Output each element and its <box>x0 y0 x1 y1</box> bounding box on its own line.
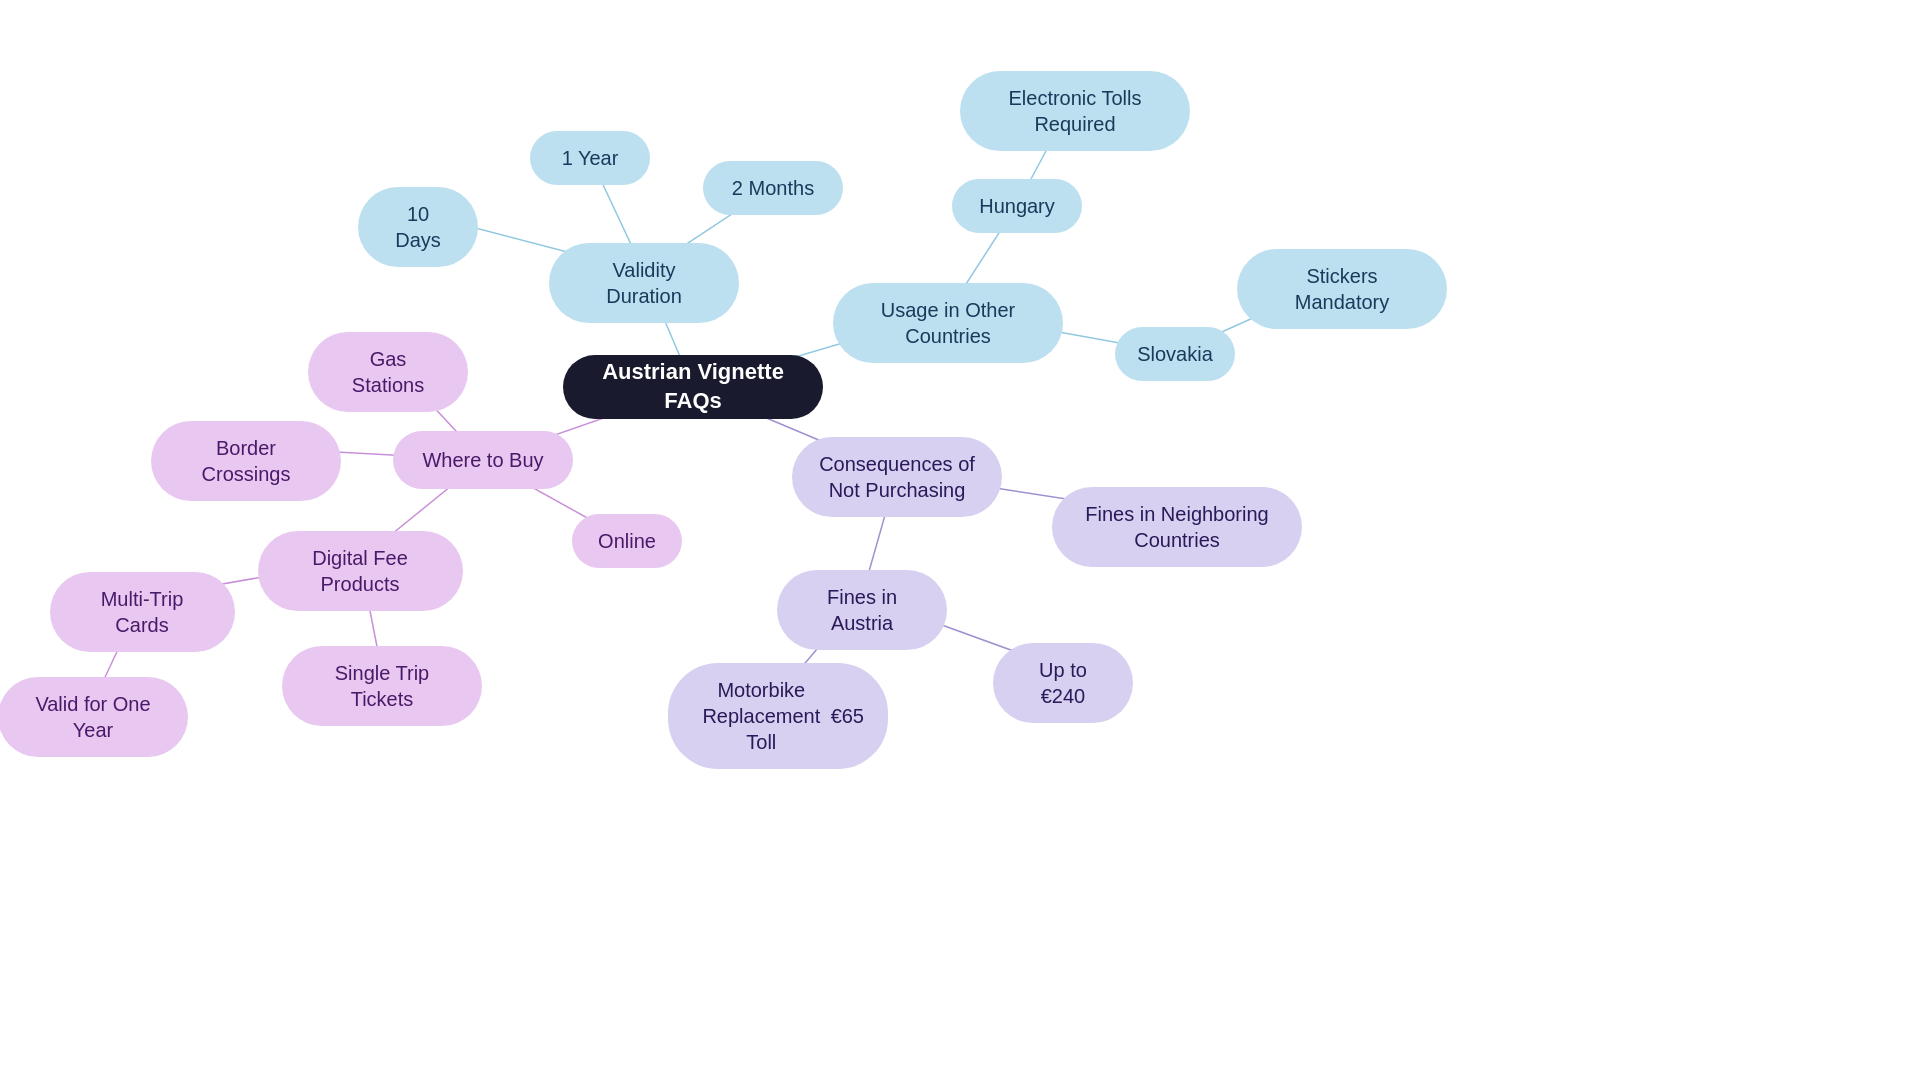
online-node: Online <box>572 514 682 568</box>
stickers_mandatory-node: Stickers Mandatory <box>1237 249 1447 329</box>
center-node: Austrian Vignette FAQs <box>563 355 823 419</box>
single_trip_tickets-node: Single Trip Tickets <box>282 646 482 726</box>
validity_duration-node: Validity Duration <box>549 243 739 323</box>
digital_fee_products-node: Digital Fee Products <box>258 531 463 611</box>
up_to_240-node: Up to €240 <box>993 643 1133 723</box>
usage_other_countries-node: Usage in Other Countries <box>833 283 1063 363</box>
fines_neighboring-node: Fines in Neighboring Countries <box>1052 487 1302 567</box>
ten_days-node: 10 Days <box>358 187 478 267</box>
border_crossings-node: Border Crossings <box>151 421 341 501</box>
motorbike_toll-node: Motorbike Replacement Toll€65 <box>668 663 888 769</box>
hungary-node: Hungary <box>952 179 1082 233</box>
fines_austria-node: Fines in Austria <box>777 570 947 650</box>
where_to_buy-node: Where to Buy <box>393 431 573 489</box>
multi_trip_cards-node: Multi-Trip Cards <box>50 572 235 652</box>
gas_stations-node: Gas Stations <box>308 332 468 412</box>
two_months-node: 2 Months <box>703 161 843 215</box>
electronic_tolls-node: Electronic Tolls Required <box>960 71 1190 151</box>
consequences-node: Consequences of Not Purchasing <box>792 437 1002 517</box>
valid_one_year-node: Valid for One Year <box>0 677 188 757</box>
slovakia-node: Slovakia <box>1115 327 1235 381</box>
one_year-node: 1 Year <box>530 131 650 185</box>
